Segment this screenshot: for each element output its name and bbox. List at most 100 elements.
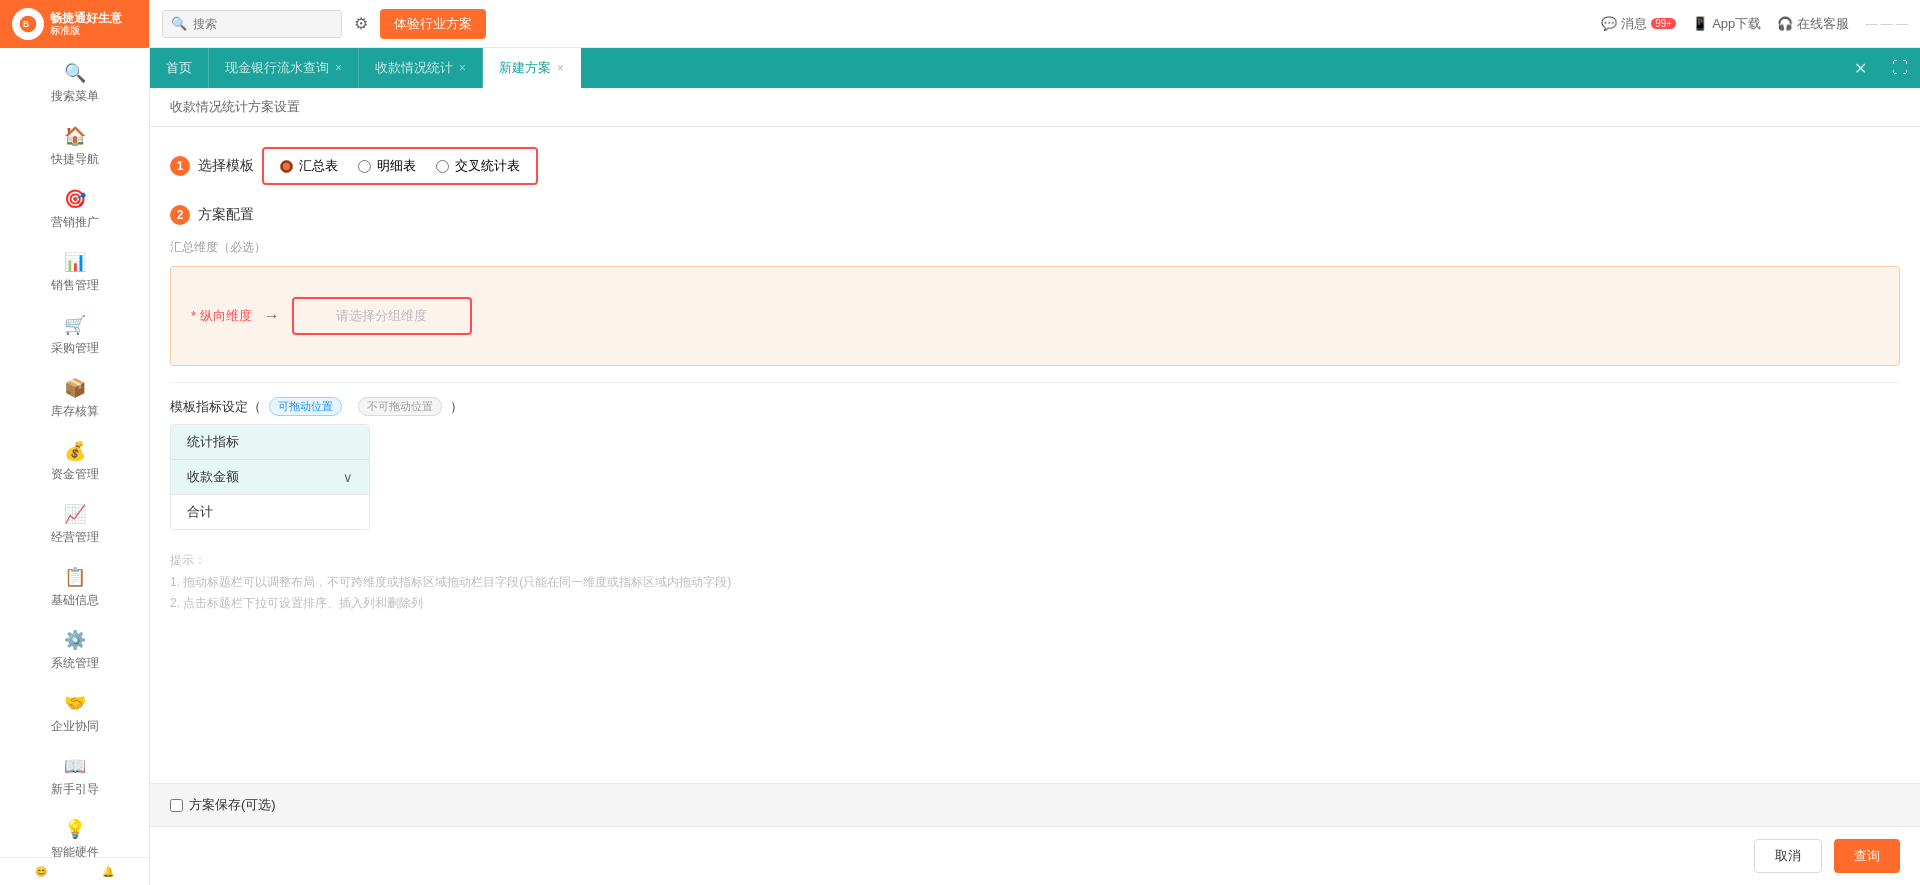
radio-detail-label: 明细表 [377,157,416,175]
app-version: 标准版 [50,25,122,37]
footer-item-1[interactable]: 😊 [35,866,47,877]
dimension-placeholder[interactable]: 请选择分组维度 [292,297,472,335]
collab-icon: 🤝 [64,692,86,714]
metrics-subtotal: 合计 [171,494,369,529]
support-item[interactable]: 🎧 在线客服 [1777,15,1849,33]
metrics-table: 统计指标 收款金额 ∨ 合计 [170,424,370,530]
content-area: 收款情况统计方案设置 1 选择模板 汇总表 明细表 [150,88,1920,885]
save-option-text: 方案保存(可选) [189,796,276,814]
section2-num: 2 [170,205,190,225]
finance-icon: 💰 [64,440,86,462]
gear-icon[interactable]: ⚙ [354,14,368,33]
metrics-dropdown-icon[interactable]: ∨ [343,470,353,485]
form-area: 1 选择模板 汇总表 明细表 交叉统计表 [150,127,1920,783]
section1-num: 1 [170,156,190,176]
query-button[interactable]: 查询 [1834,839,1900,873]
non-draggable-badge: 不可拖动位置 [358,397,442,416]
tab-close-all-button[interactable]: ✕ [1840,48,1880,88]
sidebar-label-finance: 资金管理 [51,466,99,483]
username: — — — [1865,17,1908,31]
dimension-placeholder-text: 请选择分组维度 [336,308,427,323]
home-icon: 🏠 [64,125,86,147]
message-icon: 💬 [1601,16,1617,31]
section-template: 1 选择模板 汇总表 明细表 交叉统计表 [170,147,1900,185]
purchase-icon: 🛒 [64,314,86,336]
sidebar-label-marketing: 营销推广 [51,214,99,231]
divider [170,382,1900,383]
tab-home[interactable]: 首页 [150,48,209,88]
sidebar-item-search[interactable]: 🔍搜索菜单 [0,52,149,115]
sidebar-item-finance[interactable]: 💰 资金管理 [0,430,149,493]
system-icon: ⚙️ [64,629,86,651]
arrow-icon: → [264,307,280,325]
save-option-label[interactable]: 方案保存(可选) [170,796,276,814]
sidebar-label-inventory: 库存核算 [51,403,99,420]
section-config: 2 方案配置 汇总维度（必选） 纵向维度 → 请选择分组维度 [170,205,1900,615]
metrics-item-collection[interactable]: 收款金额 ∨ [171,459,369,494]
notification-item[interactable]: 💬 消息 99+ [1601,15,1676,33]
footer-buttons: 取消 查询 [150,826,1920,885]
metrics-label-text: 模板指标设定（ [170,398,261,416]
sidebar-item-basic-info[interactable]: 📋 基础信息 [0,556,149,619]
sidebar-item-inventory[interactable]: 📦库存核算 [0,367,149,430]
radio-cross[interactable]: 交叉统计表 [436,157,520,175]
sidebar-label-collab: 企业协同 [51,718,99,735]
guide-icon: 📖 [64,755,86,777]
radio-cross-input[interactable] [436,160,449,173]
main-area: 🔍 ⚙ 体验行业方案 💬 消息 99+ 📱 App下载 🎧 在线客服 — — — [150,0,1920,885]
radio-detail-input[interactable] [358,160,371,173]
sidebar-item-sales[interactable]: 📊销售管理 [0,241,149,304]
sidebar-item-purchase[interactable]: 🛒采购管理 [0,304,149,367]
footer-item-2[interactable]: 🔔 [102,866,114,877]
metrics-item-label: 收款金额 [187,468,239,486]
sidebar-item-collab[interactable]: 🤝 企业协同 [0,682,149,745]
sidebar-logo: B 畅捷通好生意 标准版 [0,0,149,48]
tips: 提示： 1. 拖动标题栏可以调整布局，不可跨维度或指标区域拖动栏目字段(只能在同… [170,550,1900,615]
sidebar-item-hardware[interactable]: 💡智能硬件 [0,808,149,857]
tab-new-plan-label: 新建方案 [499,59,551,77]
section1-header: 1 选择模板 汇总表 明细表 交叉统计表 [170,147,1900,185]
save-option-checkbox[interactable] [170,799,183,812]
tab-home-label: 首页 [166,59,192,77]
tab-bank[interactable]: 现金银行流水查询 × [209,48,359,88]
radio-detail[interactable]: 明细表 [358,157,416,175]
sidebar-label-management: 经营管理 [51,529,99,546]
sidebar-nav: 🔍搜索菜单 🏠 快捷导航 🎯 营销推广 📊销售管理 🛒采购管理 📦库存核算 💰 资金管… [0,48,149,857]
download-item[interactable]: 📱 App下载 [1692,15,1761,33]
sidebar-footer: 😊 🔔 [0,857,149,885]
marketing-icon: 🎯 [64,188,86,210]
tab-collection-label: 收款情况统计 [375,59,453,77]
dimension-group-text: 汇总维度（必选） [170,240,266,254]
tab-expand-button[interactable]: ⛶ [1880,48,1920,88]
tab-collection-close[interactable]: × [459,61,466,75]
metrics-config: 模板指标设定（ 可拖动位置 不可拖动位置 ） 统计指标 收款金额 ∨ 合计 [170,397,1900,530]
draggable-badge: 可拖动位置 [269,397,342,416]
sidebar-label-guide: 新手引导 [51,781,99,798]
sidebar-item-system[interactable]: ⚙️系统管理 [0,619,149,682]
trial-button[interactable]: 体验行业方案 [380,9,486,39]
basic-info-icon: 📋 [64,566,86,588]
search-icon: 🔍 [171,16,187,31]
dimension-area: 纵向维度 → 请选择分组维度 [170,266,1900,366]
sidebar-item-guide[interactable]: 📖 新手引导 [0,745,149,808]
radio-summary-label: 汇总表 [299,157,338,175]
sidebar-item-management[interactable]: 📈经营管理 [0,493,149,556]
template-options: 汇总表 明细表 交叉统计表 [262,147,538,185]
sidebar-label-basic-info: 基础信息 [51,592,99,609]
tab-new-plan[interactable]: 新建方案 × [483,48,581,88]
cancel-button[interactable]: 取消 [1754,839,1822,873]
sidebar-label-home: 快捷导航 [51,151,99,168]
tab-collection[interactable]: 收款情况统计 × [359,48,483,88]
sidebar-item-marketing[interactable]: 🎯 营销推广 [0,178,149,241]
sidebar-item-home[interactable]: 🏠 快捷导航 [0,115,149,178]
tab-new-plan-close[interactable]: × [557,61,564,75]
search-input[interactable] [193,17,313,31]
svg-text:B: B [23,19,29,29]
radio-summary-input[interactable] [280,160,293,173]
tab-bank-close[interactable]: × [335,61,342,75]
sidebar-label-sales: 销售管理 [51,277,99,294]
section2-header: 2 方案配置 [170,205,1900,225]
metrics-label-close: ） [450,398,463,416]
radio-summary[interactable]: 汇总表 [280,157,338,175]
page-title: 收款情况统计方案设置 [150,88,1920,127]
